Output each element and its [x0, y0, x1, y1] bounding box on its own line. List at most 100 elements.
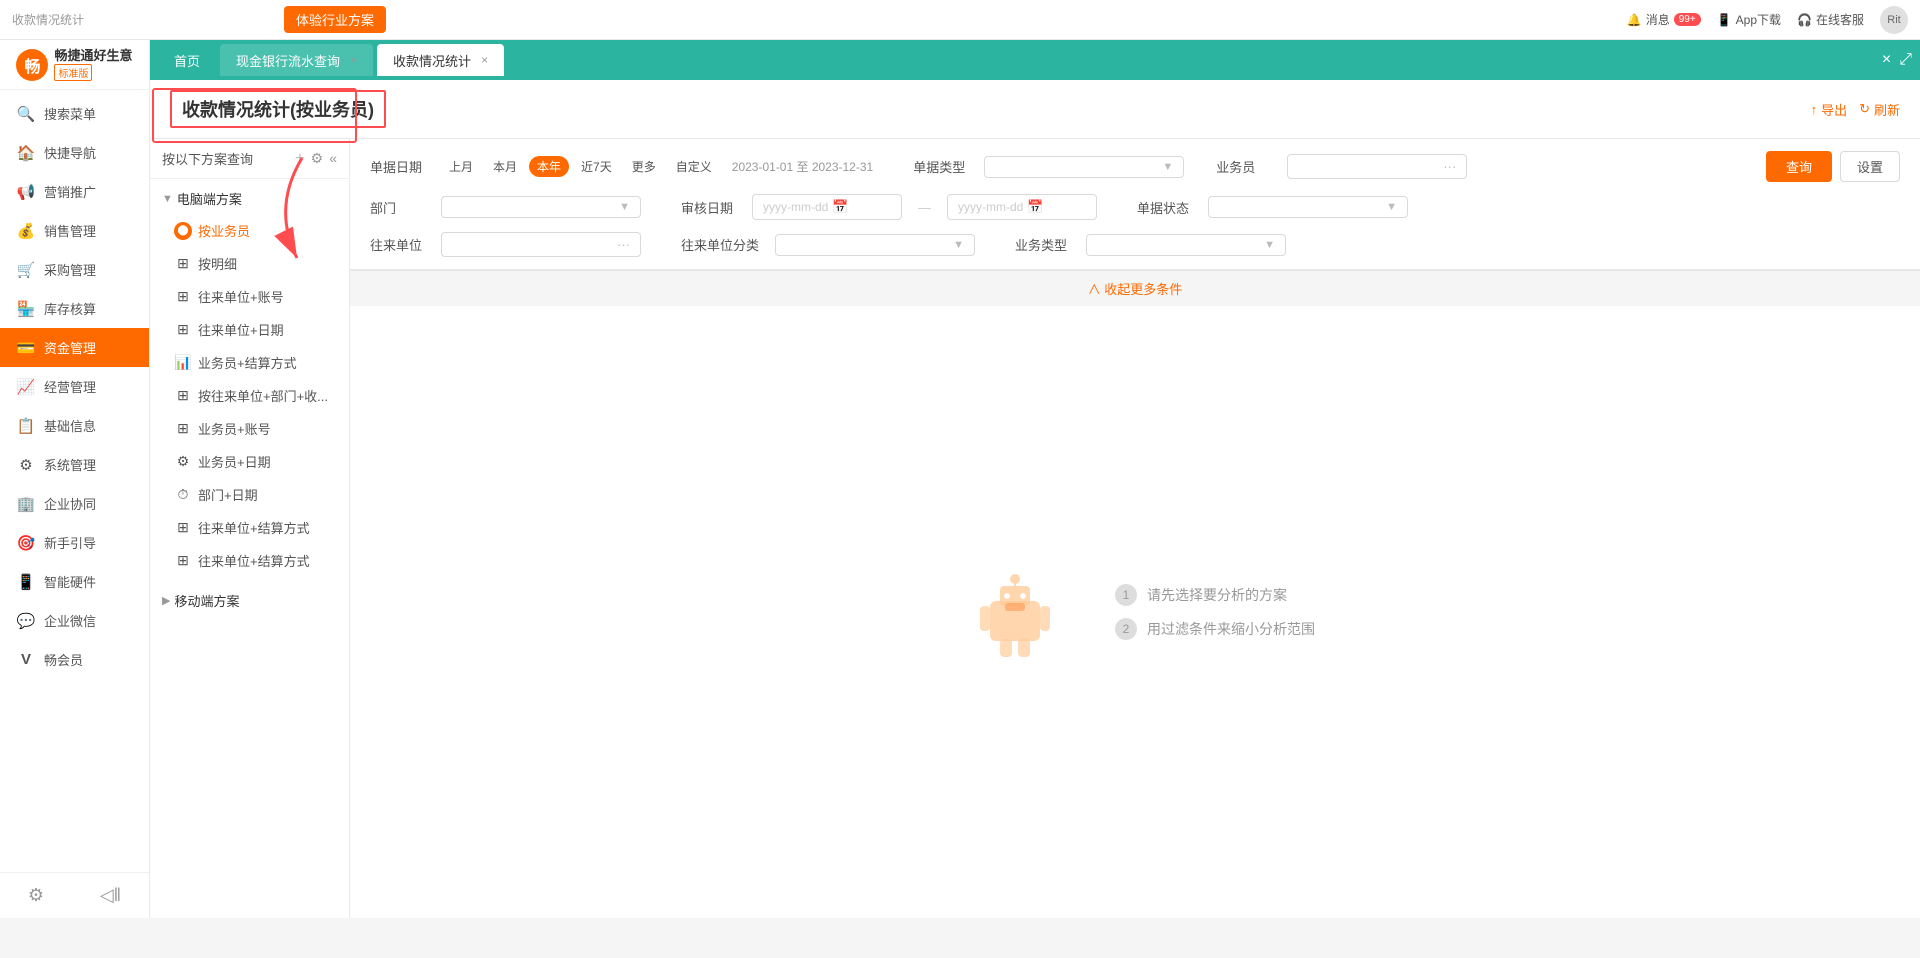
empty-state: 1 请先选择要分析的方案 2 用过滤条件来缩小分析范围	[350, 306, 1920, 918]
dept-select[interactable]: ▼	[441, 196, 641, 218]
tab-maximize-icon[interactable]: ⤢	[1899, 51, 1912, 69]
tab-bank-flow[interactable]: 现金银行流水查询 ×	[220, 44, 373, 76]
sidebar-item-marketing[interactable]: 📢 营销推广	[0, 172, 149, 211]
partner-category-dropdown-icon: ▼	[953, 239, 964, 251]
sidebar-item-business[interactable]: 📈 经营管理	[0, 367, 149, 406]
right-content: 单据日期 上月 本月 本年 近7天 更多 自定义 2023-01-01 至 20…	[350, 139, 1920, 918]
review-date-end-text: yyyy-mm-dd	[958, 200, 1023, 214]
date-tab-last-month[interactable]: 上月	[441, 156, 481, 177]
sidebar-item-member[interactable]: V 畅会员	[0, 640, 149, 679]
scheme-item-partner-settlement1[interactable]: ⊞ 往来单位+结算方式	[150, 511, 349, 544]
empty-illustration	[955, 551, 1075, 674]
sidebar-item-wechat[interactable]: 💬 企业微信	[0, 601, 149, 640]
scheme-group-desktop-label: 电脑端方案	[177, 189, 242, 208]
scheme-item-salesperson-method[interactable]: 📊 业务员+结算方式	[150, 346, 349, 379]
review-date-start[interactable]: yyyy-mm-dd 📅	[752, 194, 902, 220]
sidebar-label-inventory: 库存核算	[44, 299, 96, 318]
scheme-group-mobile-title[interactable]: ▶ 移动端方案	[150, 585, 349, 616]
date-tab-more[interactable]: 更多	[624, 156, 664, 177]
settings-button[interactable]: 设置	[1840, 151, 1900, 182]
export-button[interactable]: ↑ 导出	[1811, 100, 1848, 119]
scheme-item-by-salesperson[interactable]: ⬤ 按业务员	[150, 214, 349, 247]
system-icon: ⚙	[16, 456, 36, 474]
sidebar-item-system[interactable]: ⚙ 系统管理	[0, 445, 149, 484]
date-tabs: 上月 本月 本年 近7天 更多 自定义 2023-01-01 至 2023-12…	[441, 156, 873, 177]
download-icon: 📱	[1717, 13, 1732, 27]
sidebar-label-search: 搜索菜单	[44, 104, 96, 123]
scheme-item-partner-dept[interactable]: ⊞ 按往来单位+部门+收...	[150, 379, 349, 412]
salesperson-method-icon: 📊	[174, 354, 192, 371]
biz-type-select[interactable]: ▼	[1086, 234, 1286, 256]
calendar-end-icon[interactable]: 📅	[1027, 199, 1043, 215]
tab-collection-stats[interactable]: 收款情况统计 ×	[377, 44, 504, 76]
scheme-group-desktop: ▼ 电脑端方案 ⬤ 按业务员 ⊞ 按明细 ⊞	[150, 179, 349, 581]
date-tab-7days[interactable]: 近7天	[573, 156, 620, 177]
sidebar-item-sales[interactable]: 💰 销售管理	[0, 211, 149, 250]
calendar-start-icon[interactable]: 📅	[832, 199, 848, 215]
scheme-item-salesperson-method-label: 业务员+结算方式	[198, 353, 297, 372]
date-label: 单据日期	[370, 157, 425, 176]
top-header: 收款情况统计 体验行业方案 🔔 消息 99+ 📱 App下载 🎧 在线客服 Ri…	[0, 0, 1920, 40]
date-tab-this-year[interactable]: 本年	[529, 156, 569, 177]
sidebar-item-guide[interactable]: 🎯 新手引导	[0, 523, 149, 562]
bell-icon: 🔔	[1627, 13, 1642, 27]
online-service-item[interactable]: 🎧 在线客服	[1797, 11, 1864, 28]
sidebar-item-quick-nav[interactable]: 🏠 快捷导航	[0, 133, 149, 172]
tab-close-all-icon[interactable]: ×	[1882, 51, 1891, 69]
left-panel: 按以下方案查询 + ⚙ « ▼ 电脑端方案	[150, 139, 350, 918]
sidebar-label-enterprise: 企业协同	[44, 494, 96, 513]
tab-bank-flow-close[interactable]: ×	[350, 53, 357, 67]
tab-bar: 首页 现金银行流水查询 × 收款情况统计 × × ⤢	[150, 40, 1920, 80]
business-icon: 📈	[16, 378, 36, 396]
home-icon: 🏠	[16, 144, 36, 162]
tab-home[interactable]: 首页	[158, 44, 216, 76]
query-button[interactable]: 查询	[1766, 151, 1832, 182]
notification-item[interactable]: 🔔 消息 99+	[1627, 11, 1701, 28]
export-label: 导出	[1821, 100, 1847, 119]
doc-status-select[interactable]: ▼	[1208, 196, 1408, 218]
scheme-item-salesperson-account[interactable]: ⊞ 业务员+账号	[150, 412, 349, 445]
date-tab-this-month[interactable]: 本月	[485, 156, 525, 177]
review-date-end[interactable]: yyyy-mm-dd 📅	[947, 194, 1097, 220]
hint-num-2: 2	[1115, 618, 1137, 640]
sidebar-item-inventory[interactable]: 🏪 库存核算	[0, 289, 149, 328]
scheme-item-salesperson-date[interactable]: ⚙ 业务员+日期	[150, 445, 349, 478]
tab-collection-stats-close[interactable]: ×	[481, 53, 488, 67]
scheme-item-partner-settlement1-label: 往来单位+结算方式	[198, 518, 310, 537]
sidebar-item-hardware[interactable]: 📱 智能硬件	[0, 562, 149, 601]
doc-type-label: 单据类型	[913, 157, 968, 176]
scheme-item-partner-settlement2[interactable]: ⊞ 往来单位+结算方式	[150, 544, 349, 577]
sidebar-item-finance[interactable]: 💳 资金管理	[0, 328, 149, 367]
trial-button[interactable]: 体验行业方案	[284, 6, 386, 33]
scheme-item-salesperson-account-label: 业务员+账号	[198, 419, 271, 438]
collapse-bar[interactable]: ∧ 收起更多条件	[350, 270, 1920, 306]
panel-header: 按以下方案查询 + ⚙ «	[150, 139, 349, 179]
sidebar-item-purchase[interactable]: 🛒 采购管理	[0, 250, 149, 289]
logo-icon: 畅	[16, 49, 48, 81]
partner-select[interactable]: ···	[441, 232, 641, 257]
scheme-group-desktop-title[interactable]: ▼ 电脑端方案	[150, 183, 349, 214]
collapse-sidebar-icon[interactable]: ◁‖	[96, 881, 125, 910]
sales-icon: 💰	[16, 222, 36, 240]
sidebar-item-enterprise[interactable]: 🏢 企业协同	[0, 484, 149, 523]
online-service-label: 在线客服	[1816, 11, 1864, 28]
empty-hint-2: 2 用过滤条件来缩小分析范围	[1115, 618, 1315, 640]
scheme-item-partner-account[interactable]: ⊞ 往来单位+账号	[150, 280, 349, 313]
sidebar-item-basic-info[interactable]: 📋 基础信息	[0, 406, 149, 445]
scheme-item-by-detail[interactable]: ⊞ 按明细	[150, 247, 349, 280]
settings-scheme-icon[interactable]: ⚙	[311, 150, 324, 168]
scheme-item-partner-date[interactable]: ⊞ 往来单位+日期	[150, 313, 349, 346]
scheme-item-dept-date[interactable]: ⏱ 部门+日期	[150, 478, 349, 511]
date-tab-custom[interactable]: 自定义	[668, 156, 720, 177]
user-avatar[interactable]: Rit	[1880, 6, 1908, 34]
add-scheme-icon[interactable]: +	[295, 150, 304, 168]
partner-category-select[interactable]: ▼	[775, 234, 975, 256]
sidebar-item-search[interactable]: 🔍 搜索菜单	[0, 94, 149, 133]
app-download-item[interactable]: 📱 App下载	[1717, 11, 1781, 28]
refresh-button[interactable]: ↻ 刷新	[1859, 100, 1900, 119]
filter-row-2: 部门 ▼ 审核日期 yyyy-mm-dd 📅 —	[370, 194, 1900, 220]
salesperson-select[interactable]: ···	[1287, 154, 1467, 179]
collapse-panel-icon[interactable]: «	[329, 150, 337, 168]
settings-bottom-icon[interactable]: ⚙	[24, 881, 48, 910]
doc-type-select[interactable]: ▼	[984, 156, 1184, 178]
